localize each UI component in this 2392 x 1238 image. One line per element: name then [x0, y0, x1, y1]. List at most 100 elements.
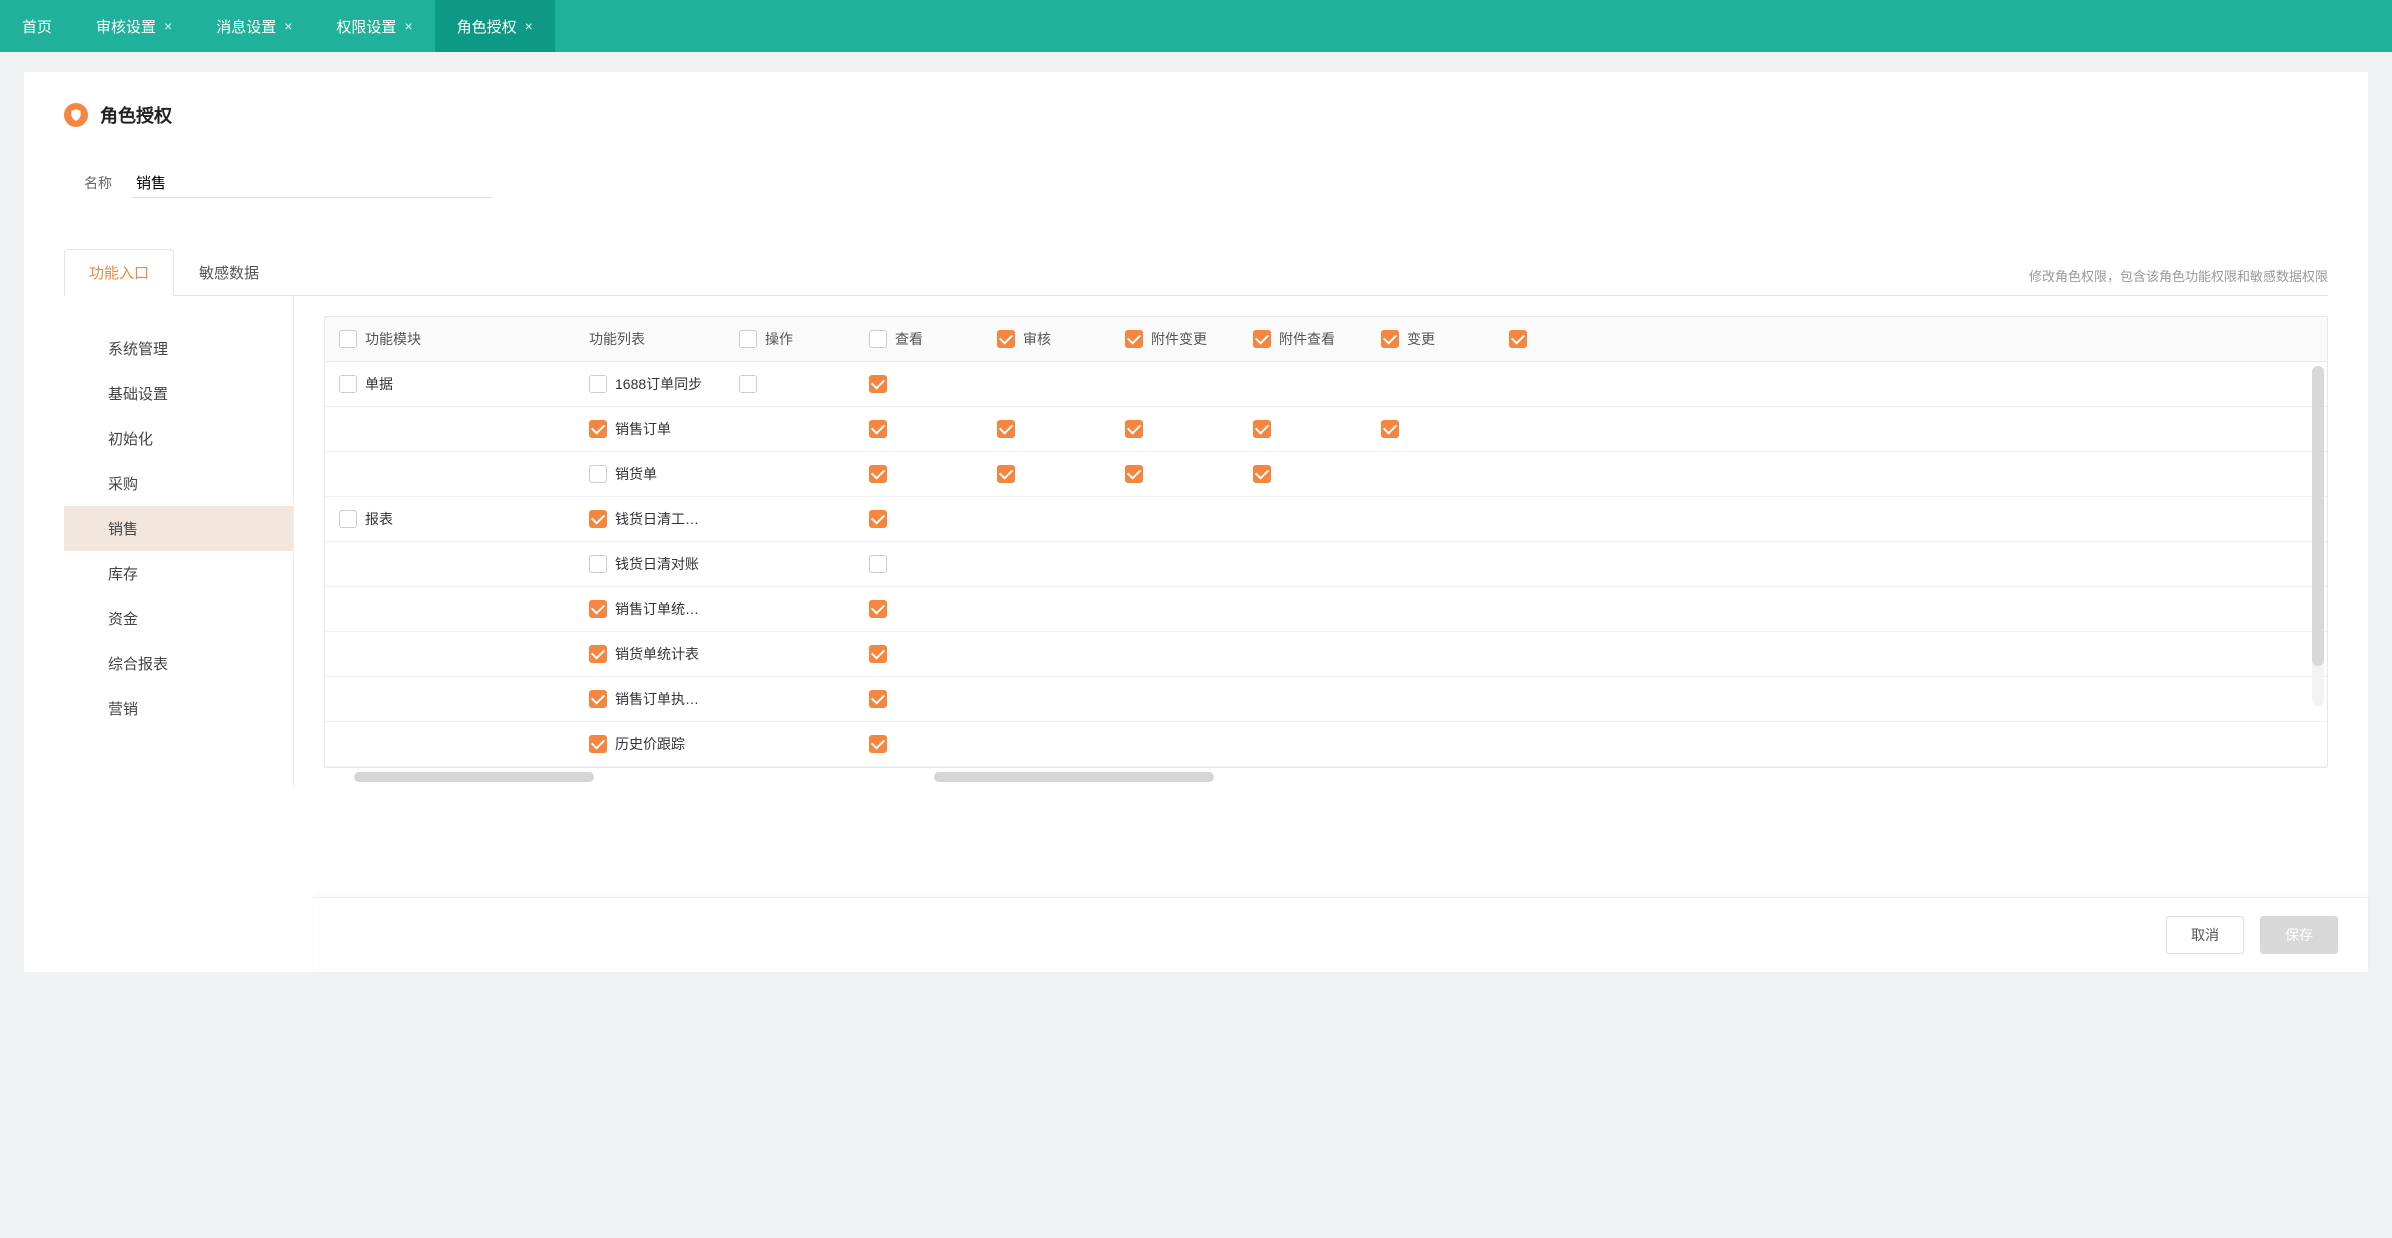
- attach-view-checkbox[interactable]: [1253, 465, 1271, 483]
- cell-audit: [983, 732, 1111, 756]
- cell-op: [725, 642, 855, 666]
- select-all-view[interactable]: [869, 330, 887, 348]
- close-icon[interactable]: ×: [404, 18, 412, 34]
- close-icon[interactable]: ×: [525, 18, 533, 34]
- view-checkbox[interactable]: [869, 645, 887, 663]
- content-row: 系统管理基础设置初始化采购销售库存资金综合报表营销 功能模块功能列表操作查看审核…: [64, 296, 2328, 788]
- cell-list: 销货单统计表: [575, 632, 725, 676]
- select-all-attach-change[interactable]: [1125, 330, 1143, 348]
- audit-checkbox[interactable]: [997, 465, 1015, 483]
- op-checkbox[interactable]: [739, 375, 757, 393]
- cell-list: 销货单: [575, 452, 725, 496]
- content-tab[interactable]: 敏感数据: [174, 249, 284, 296]
- cell-op: [725, 462, 855, 486]
- topnav-tab[interactable]: 权限设置×: [314, 0, 434, 52]
- cell-op: [725, 597, 855, 621]
- table-row: 单据1688订单同步: [325, 362, 2327, 407]
- view-checkbox[interactable]: [869, 555, 887, 573]
- topnav-tab[interactable]: 审核设置 ×: [74, 0, 194, 52]
- view-checkbox[interactable]: [869, 690, 887, 708]
- view-checkbox[interactable]: [869, 600, 887, 618]
- attach-change-checkbox[interactable]: [1125, 420, 1143, 438]
- select-all-attach-view[interactable]: [1253, 330, 1271, 348]
- close-icon[interactable]: ×: [284, 18, 292, 34]
- sidebar-item[interactable]: 系统管理: [64, 326, 293, 371]
- topnav-tab[interactable]: 首页: [0, 0, 74, 52]
- cell-attach-change: [1111, 453, 1239, 495]
- page-title: 角色授权: [100, 102, 172, 128]
- sidebar-item[interactable]: 资金: [64, 596, 293, 641]
- audit-checkbox[interactable]: [997, 420, 1015, 438]
- sidebar-item[interactable]: 初始化: [64, 416, 293, 461]
- sidebar-item[interactable]: 库存: [64, 551, 293, 596]
- cell-module: 报表: [325, 497, 575, 541]
- cell-view: [855, 723, 983, 765]
- cell-view: [855, 588, 983, 630]
- list-checkbox[interactable]: [589, 465, 607, 483]
- cell-view: [855, 408, 983, 450]
- v-scrollbar[interactable]: [2312, 366, 2324, 706]
- view-checkbox[interactable]: [869, 420, 887, 438]
- sidebar-item[interactable]: 采购: [64, 461, 293, 506]
- top-nav: 首页审核设置×消息设置×权限设置×角色授权×: [0, 0, 2392, 52]
- cell-attach-change: [1111, 408, 1239, 450]
- tabs-row: 功能入口敏感数据 修改角色权限，包含该角色功能权限和敏感数据权限: [64, 248, 2328, 296]
- sidebar-item[interactable]: 销售: [64, 506, 293, 551]
- list-label: 销售订单统计表: [615, 599, 711, 619]
- select-all-op[interactable]: [739, 330, 757, 348]
- cell-audit: [983, 408, 1111, 450]
- module-checkbox[interactable]: [339, 510, 357, 528]
- permission-grid: 功能模块功能列表操作查看审核附件变更附件查看变更 单据1688订单同步销售订单销…: [324, 316, 2328, 768]
- topnav-tab-label: 审核设置: [96, 16, 156, 37]
- view-checkbox[interactable]: [869, 375, 887, 393]
- sidebar-item[interactable]: 基础设置: [64, 371, 293, 416]
- list-checkbox[interactable]: [589, 600, 607, 618]
- change-checkbox[interactable]: [1381, 420, 1399, 438]
- module-checkbox[interactable]: [339, 375, 357, 393]
- name-input[interactable]: [132, 168, 492, 198]
- attach-view-checkbox[interactable]: [1253, 420, 1271, 438]
- list-checkbox[interactable]: [589, 420, 607, 438]
- topnav-tab-label: 首页: [22, 16, 52, 37]
- list-checkbox[interactable]: [589, 645, 607, 663]
- name-label: 名称: [84, 173, 112, 193]
- view-checkbox[interactable]: [869, 735, 887, 753]
- col-header: 审核: [983, 317, 1111, 361]
- save-button[interactable]: 保存: [2260, 916, 2338, 954]
- cancel-button[interactable]: 取消: [2166, 916, 2244, 954]
- content-tab[interactable]: 功能入口: [64, 249, 174, 296]
- list-checkbox[interactable]: [589, 510, 607, 528]
- select-all-audit[interactable]: [997, 330, 1015, 348]
- col-header-label: 功能模块: [365, 329, 421, 349]
- cell-module: [325, 687, 575, 711]
- table-row: 历史价跟踪: [325, 722, 2327, 767]
- list-checkbox[interactable]: [589, 735, 607, 753]
- list-checkbox[interactable]: [589, 690, 607, 708]
- attach-change-checkbox[interactable]: [1125, 465, 1143, 483]
- cell-attach-view: [1239, 597, 1367, 621]
- view-checkbox[interactable]: [869, 510, 887, 528]
- h-scrollbar-perms[interactable]: [934, 772, 1214, 782]
- select-all-module[interactable]: [339, 330, 357, 348]
- page-body: 角色授权 名称 功能入口敏感数据 修改角色权限，包含该角色功能权限和敏感数据权限…: [0, 52, 2392, 972]
- select-all-extra[interactable]: [1509, 330, 1527, 348]
- list-checkbox[interactable]: [589, 375, 607, 393]
- topnav-tab[interactable]: 消息设置×: [194, 0, 314, 52]
- cell-change: [1367, 642, 1495, 666]
- view-checkbox[interactable]: [869, 465, 887, 483]
- topnav-tab[interactable]: 角色授权×: [435, 0, 555, 52]
- sidebar-item[interactable]: 营销: [64, 686, 293, 731]
- col-header-label: 变更: [1407, 329, 1435, 349]
- list-checkbox[interactable]: [589, 555, 607, 573]
- select-all-change[interactable]: [1381, 330, 1399, 348]
- cell-list: 钱货日清对账: [575, 542, 725, 586]
- h-scrollbar-module[interactable]: [354, 772, 594, 782]
- cell-change: [1367, 408, 1495, 450]
- table-row: 销货单: [325, 452, 2327, 497]
- list-label: 1688订单同步: [615, 374, 702, 394]
- v-scrollbar-thumb[interactable]: [2312, 366, 2324, 666]
- table-row: 报表钱货日清工作台: [325, 497, 2327, 542]
- close-icon[interactable]: ×: [164, 18, 172, 34]
- sidebar-item[interactable]: 综合报表: [64, 641, 293, 686]
- cell-module: [325, 732, 575, 756]
